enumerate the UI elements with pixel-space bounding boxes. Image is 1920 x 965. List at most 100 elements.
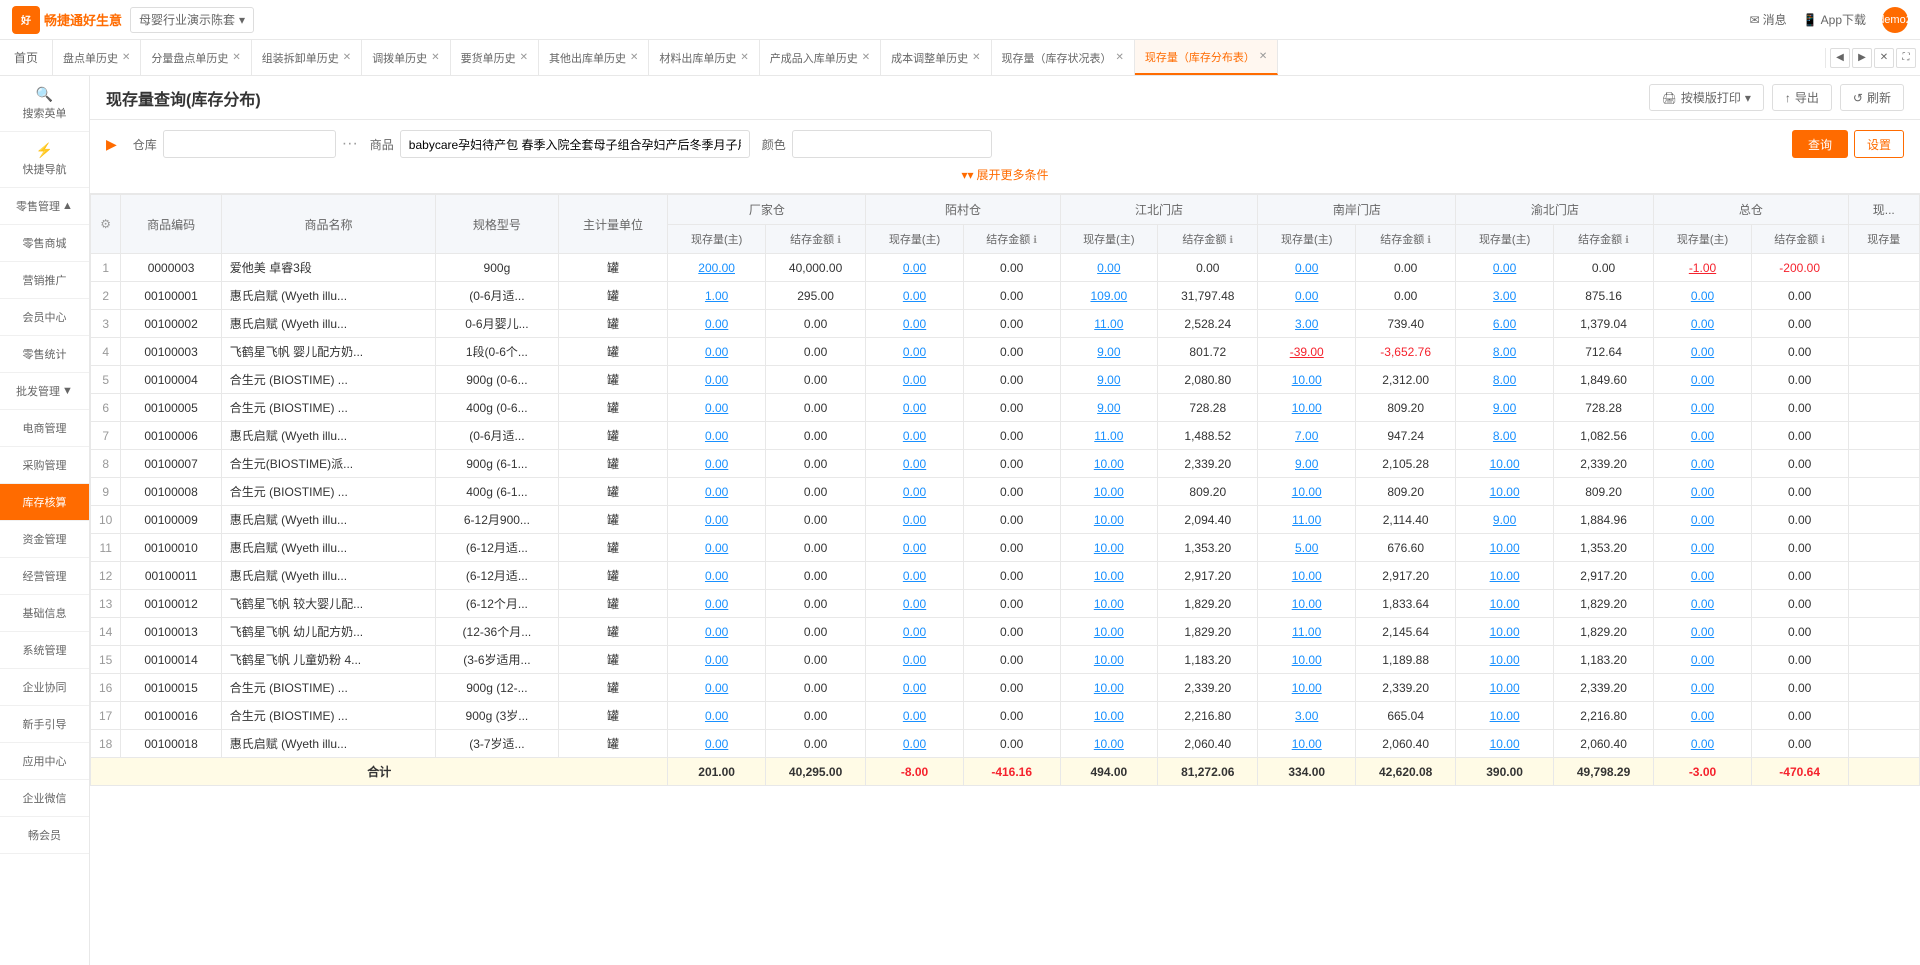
cell-m-qty[interactable]: 0.00 (866, 282, 963, 310)
sidebar-item-marketing[interactable]: 营销推广 (0, 262, 89, 299)
cell-na-qty[interactable]: 10.00 (1258, 478, 1355, 506)
warehouse-input[interactable] (163, 130, 336, 158)
tab-expand-btn[interactable]: ⛶ (1896, 48, 1916, 68)
cell-na-qty[interactable]: 11.00 (1258, 506, 1355, 534)
cell-f-qty[interactable]: 0.00 (668, 338, 765, 366)
cell-m-qty[interactable]: 0.00 (866, 562, 963, 590)
cell-yb-qty[interactable]: 0.00 (1456, 254, 1553, 282)
cell-t-qty[interactable]: 0.00 (1654, 394, 1751, 422)
cell-f-qty[interactable]: 0.00 (668, 310, 765, 338)
sidebar-item-apps[interactable]: 应用中心 (0, 743, 89, 780)
avatar[interactable]: demo2 (1882, 7, 1908, 33)
refresh-btn[interactable]: ↺ 刷新 (1840, 84, 1904, 111)
cell-m-qty[interactable]: 0.00 (866, 394, 963, 422)
cell-t-qty[interactable]: 0.00 (1654, 478, 1751, 506)
cell-jb-qty[interactable]: 10.00 (1060, 590, 1157, 618)
cell-jb-qty[interactable]: 10.00 (1060, 478, 1157, 506)
expand-conditions-btn[interactable]: ▾▾ 展开更多条件 (961, 166, 1048, 183)
cell-f-qty[interactable]: 200.00 (668, 254, 765, 282)
tab-close-icon[interactable]: ✕ (343, 52, 351, 63)
cell-na-qty[interactable]: 10.00 (1258, 674, 1355, 702)
cell-t-qty[interactable]: 0.00 (1654, 450, 1751, 478)
cell-yb-qty[interactable]: 10.00 (1456, 478, 1553, 506)
cell-jb-qty[interactable]: 9.00 (1060, 394, 1157, 422)
cell-jb-qty[interactable]: 10.00 (1060, 562, 1157, 590)
sidebar-item-inventory[interactable]: 库存核算 (0, 484, 89, 521)
sidebar-item-ecommerce[interactable]: 电商管理 (0, 410, 89, 447)
tab-close-icon[interactable]: ✕ (862, 52, 870, 63)
cell-t-qty[interactable]: 0.00 (1654, 730, 1751, 758)
cell-jb-qty[interactable]: 10.00 (1060, 506, 1157, 534)
print-btn[interactable]: 🖨 按模版打印 ▾ (1649, 84, 1764, 111)
cell-m-qty[interactable]: 0.00 (866, 478, 963, 506)
tab-close-icon[interactable]: ✕ (1259, 51, 1267, 62)
cell-t-qty[interactable]: 0.00 (1654, 618, 1751, 646)
cell-yb-qty[interactable]: 9.00 (1456, 506, 1553, 534)
cell-t-qty[interactable]: 0.00 (1654, 562, 1751, 590)
tab-qita[interactable]: 其他出库单历史 ✕ (539, 40, 649, 75)
th-settings[interactable]: ⚙ (91, 195, 121, 254)
cell-f-qty[interactable]: 0.00 (668, 422, 765, 450)
tab-fen[interactable]: 分量盘点单历史 ✕ (141, 40, 251, 75)
cell-na-qty[interactable]: 10.00 (1258, 730, 1355, 758)
cell-yb-qty[interactable]: 8.00 (1456, 422, 1553, 450)
tab-close-icon[interactable]: ✕ (1116, 52, 1124, 63)
tab-diaobao[interactable]: 调拨单历史 ✕ (362, 40, 450, 75)
cell-m-qty[interactable]: 0.00 (866, 310, 963, 338)
cell-na-qty[interactable]: 10.00 (1258, 394, 1355, 422)
goods-input[interactable] (400, 130, 750, 158)
cell-yb-qty[interactable]: 8.00 (1456, 366, 1553, 394)
tab-panding[interactable]: 盘点单历史 ✕ (53, 40, 141, 75)
cell-m-qty[interactable]: 0.00 (866, 730, 963, 758)
color-input[interactable] (792, 130, 992, 158)
cell-yb-qty[interactable]: 10.00 (1456, 618, 1553, 646)
cell-yb-qty[interactable]: 10.00 (1456, 674, 1553, 702)
tab-chengben[interactable]: 成本调整单历史 ✕ (881, 40, 991, 75)
cell-f-qty[interactable]: 0.00 (668, 702, 765, 730)
cell-jb-qty[interactable]: 10.00 (1060, 674, 1157, 702)
sidebar-item-member[interactable]: 会员中心 (0, 299, 89, 336)
cell-t-qty[interactable]: 0.00 (1654, 282, 1751, 310)
cell-yb-qty[interactable]: 10.00 (1456, 646, 1553, 674)
cell-yb-qty[interactable]: 10.00 (1456, 702, 1553, 730)
tab-close-all-btn[interactable]: ✕ (1874, 48, 1894, 68)
cell-t-qty[interactable]: 0.00 (1654, 338, 1751, 366)
cell-f-qty[interactable]: 0.00 (668, 618, 765, 646)
cell-yb-qty[interactable]: 9.00 (1456, 394, 1553, 422)
tab-yaohuo[interactable]: 要货单历史 ✕ (451, 40, 539, 75)
cell-na-qty[interactable]: 10.00 (1258, 562, 1355, 590)
cell-f-qty[interactable]: 0.00 (668, 562, 765, 590)
cell-na-qty[interactable]: 10.00 (1258, 590, 1355, 618)
sidebar-item-shop[interactable]: 零售商城 (0, 225, 89, 262)
cell-jb-qty[interactable]: 9.00 (1060, 366, 1157, 394)
cell-na-qty[interactable]: 7.00 (1258, 422, 1355, 450)
sidebar-item-retail-stats[interactable]: 零售统计 (0, 336, 89, 373)
cell-na-qty[interactable]: 3.00 (1258, 702, 1355, 730)
sidebar-item-finance[interactable]: 资金管理 (0, 521, 89, 558)
cell-na-qty[interactable]: 0.00 (1258, 282, 1355, 310)
cell-m-qty[interactable]: 0.00 (866, 422, 963, 450)
cell-na-qty[interactable]: 3.00 (1258, 310, 1355, 338)
search-btn[interactable]: 查询 (1792, 130, 1848, 158)
cell-yb-qty[interactable]: 3.00 (1456, 282, 1553, 310)
cell-jb-qty[interactable]: 11.00 (1060, 310, 1157, 338)
cell-yb-qty[interactable]: 10.00 (1456, 450, 1553, 478)
cell-jb-qty[interactable]: 10.00 (1060, 450, 1157, 478)
cell-t-qty[interactable]: -1.00 (1654, 254, 1751, 282)
sidebar-item-purchase[interactable]: 采购管理 (0, 447, 89, 484)
cell-yb-qty[interactable]: 10.00 (1456, 534, 1553, 562)
tab-prev-btn[interactable]: ◀ (1830, 48, 1850, 68)
tab-close-icon[interactable]: ✕ (520, 52, 528, 63)
app-download-btn[interactable]: 📱 App下载 (1803, 11, 1866, 28)
sidebar-item-operation[interactable]: 经营管理 (0, 558, 89, 595)
cell-jb-qty[interactable]: 0.00 (1060, 254, 1157, 282)
tab-next-btn[interactable]: ▶ (1852, 48, 1872, 68)
cell-jb-qty[interactable]: 9.00 (1060, 338, 1157, 366)
cell-jb-qty[interactable]: 109.00 (1060, 282, 1157, 310)
cell-t-qty[interactable]: 0.00 (1654, 702, 1751, 730)
tab-home[interactable]: 首页 (0, 40, 53, 75)
cell-f-qty[interactable]: 0.00 (668, 506, 765, 534)
cell-f-qty[interactable]: 0.00 (668, 674, 765, 702)
cell-yb-qty[interactable]: 10.00 (1456, 730, 1553, 758)
cell-m-qty[interactable]: 0.00 (866, 590, 963, 618)
